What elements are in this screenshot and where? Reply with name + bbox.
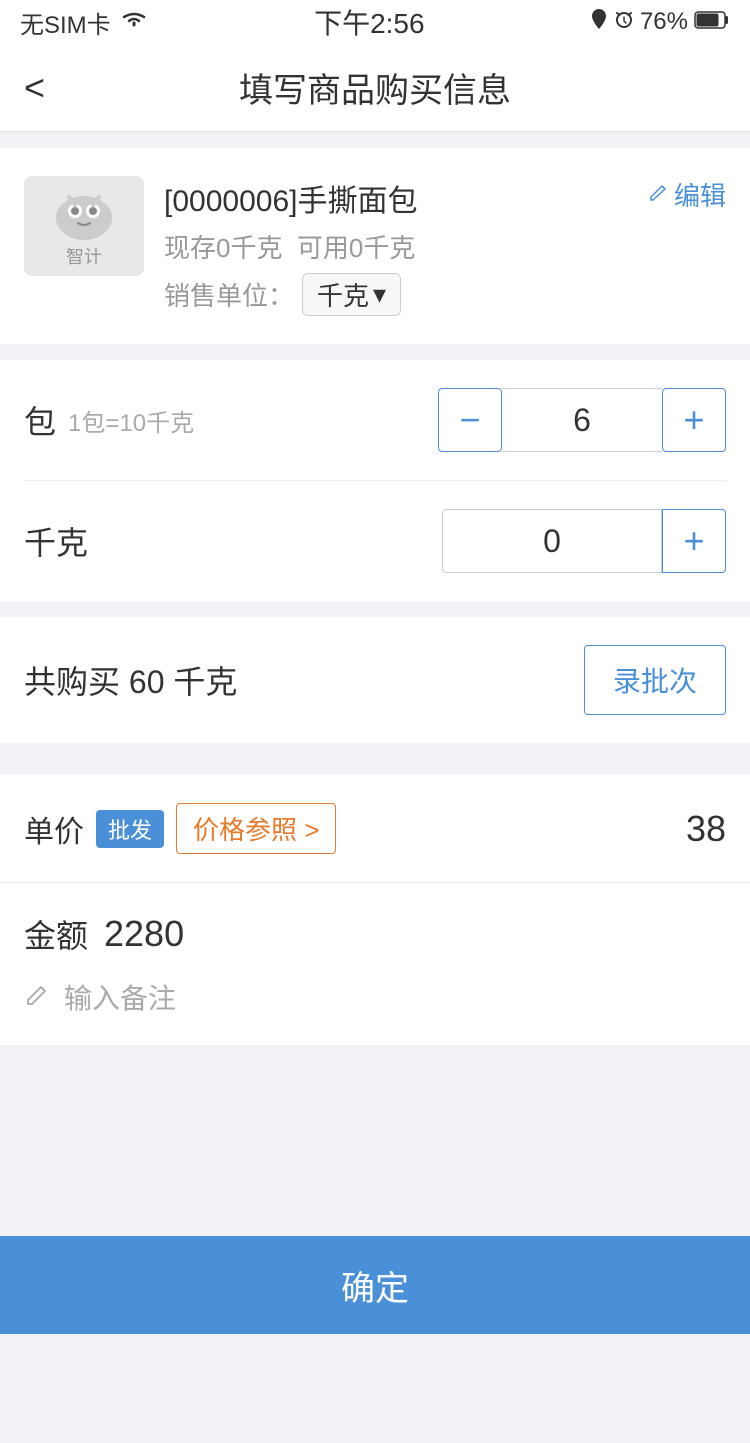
- alarm-icon: [614, 8, 634, 36]
- note-placeholder[interactable]: 输入备注: [64, 977, 176, 1017]
- price-section: 单价 批发 价格参照 > 38: [0, 775, 750, 883]
- product-name: [0000006]手撕面包: [164, 176, 726, 220]
- summary-text: 共购买 60 千克: [24, 657, 237, 703]
- confirm-bar[interactable]: 确定: [0, 1236, 750, 1334]
- kg-row: 千克 +: [24, 481, 726, 601]
- price-value: 38: [686, 808, 726, 850]
- location-icon: [590, 8, 608, 37]
- edit-icon: [648, 179, 670, 210]
- batch-tag: 批发: [96, 810, 164, 848]
- bao-minus-button[interactable]: −: [438, 388, 502, 452]
- status-left: 无SIM卡: [20, 5, 149, 40]
- status-time: 下午2:56: [314, 2, 425, 42]
- batch-button[interactable]: 录批次: [584, 645, 726, 715]
- amount-section: 金额 2280 输入备注: [0, 883, 750, 1045]
- separator-2: [0, 743, 750, 759]
- bao-qty-control: − +: [438, 388, 726, 452]
- wifi-icon: [119, 8, 149, 36]
- unit-select[interactable]: 千克 ▾: [302, 273, 401, 316]
- nav-bar: < 填写商品购买信息: [0, 44, 750, 132]
- product-stock: 现存0千克 可用0千克: [164, 228, 726, 265]
- back-button[interactable]: <: [24, 67, 45, 109]
- carrier-label: 无SIM卡: [20, 5, 111, 40]
- edit-note-icon: [24, 980, 52, 1015]
- bao-label: 包 1包=10千克: [24, 397, 194, 443]
- product-info: [0000006]手撕面包 现存0千克 可用0千克 销售单位： 千克 ▾: [164, 176, 726, 316]
- amount-row: 金额 2280: [24, 911, 726, 957]
- product-card: 智计 [0000006]手撕面包 现存0千克 可用0千克 销售单位： 千克 ▾: [0, 148, 750, 344]
- kg-label: 千克: [24, 518, 88, 564]
- status-right: 76%: [590, 8, 730, 37]
- battery-icon: [694, 8, 730, 36]
- status-bar: 无SIM卡 下午2:56 76%: [0, 0, 750, 44]
- price-row: 单价 批发 价格参照 > 38: [24, 803, 726, 854]
- product-thumbnail: 智计: [24, 176, 144, 276]
- bao-qty-input[interactable]: [502, 388, 662, 452]
- kg-qty-control: +: [442, 509, 726, 573]
- input-section: 包 1包=10千克 − + 千克 +: [0, 360, 750, 601]
- confirm-label: 确定: [341, 1261, 409, 1310]
- page-title: 填写商品购买信息: [239, 63, 511, 112]
- bao-row: 包 1包=10千克 − +: [24, 360, 726, 481]
- price-label: 单价 批发 价格参照 >: [24, 803, 336, 854]
- chevron-down-icon: ▾: [373, 279, 386, 310]
- bao-plus-button[interactable]: +: [662, 388, 726, 452]
- price-ref-button[interactable]: 价格参照 >: [176, 803, 336, 854]
- kg-qty-input[interactable]: [442, 509, 662, 573]
- product-unit: 销售单位： 千克 ▾: [164, 273, 726, 316]
- kg-plus-button[interactable]: +: [662, 509, 726, 573]
- battery-label: 76%: [640, 8, 688, 36]
- separator-1: [0, 344, 750, 360]
- amount-value: 2280: [104, 913, 184, 955]
- summary-section: 共购买 60 千克 录批次: [0, 617, 750, 743]
- note-row[interactable]: 输入备注: [24, 977, 726, 1017]
- edit-button[interactable]: 编辑: [648, 176, 726, 213]
- bao-hint: 1包=10千克: [68, 403, 194, 438]
